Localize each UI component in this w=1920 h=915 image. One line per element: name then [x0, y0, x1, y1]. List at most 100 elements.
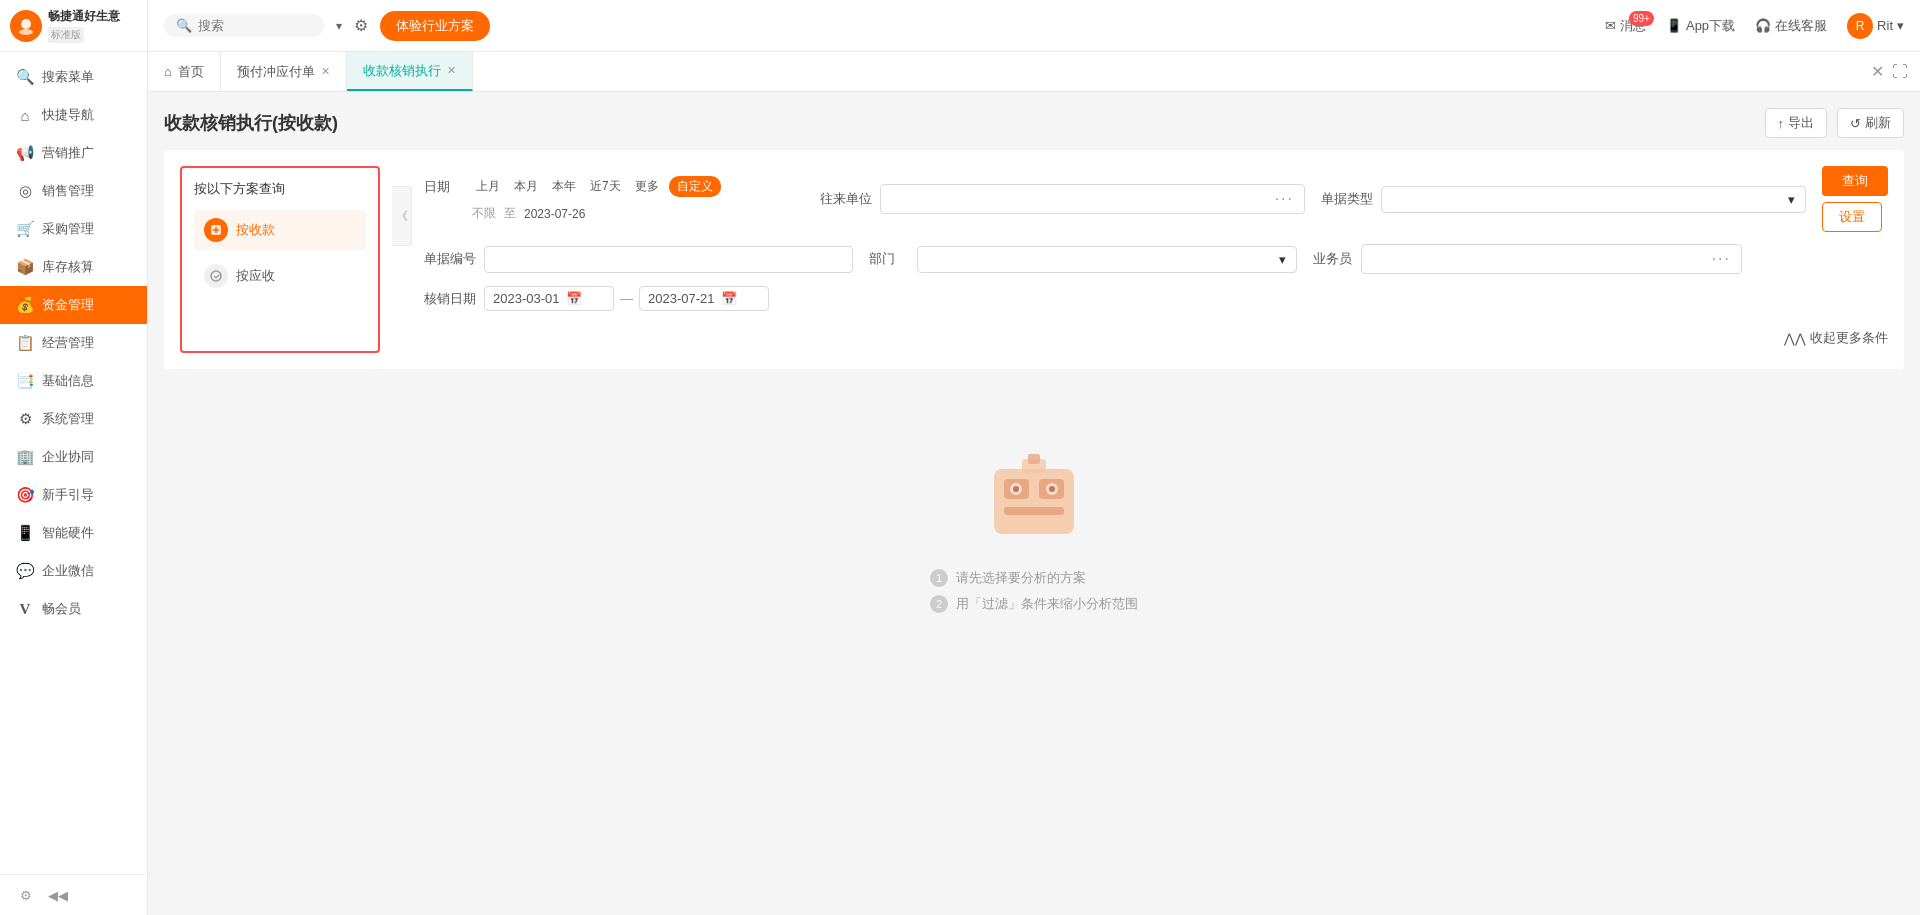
tab-prepay[interactable]: 预付冲应付单 ✕ [221, 52, 347, 91]
topbar-gear-icon[interactable]: ⚙ [354, 16, 368, 35]
settings-button[interactable]: 设置 [1822, 202, 1882, 232]
sidebar-item-label: 企业协同 [42, 448, 94, 466]
staff-expand-icon[interactable]: ··· [1712, 250, 1731, 268]
sidebar: 畅捷通好生意 标准版 🔍 搜索菜单 ⌂ 快捷导航 📢 营销推广 ◎ 销售管理 🛒… [0, 0, 148, 915]
sidebar-item-search-menu[interactable]: 🔍 搜索菜单 [0, 58, 147, 96]
service-button[interactable]: 🎧 在线客服 [1755, 17, 1827, 35]
collapse-up-icon: ⋀⋀ [1784, 331, 1806, 346]
collapse-filter-button[interactable]: 《 [392, 186, 412, 246]
collapse-sidebar-icon[interactable]: ◀◀ [48, 885, 68, 905]
tab-close-all-button[interactable]: ✕ [1871, 62, 1884, 81]
guide-icon: 🎯 [16, 486, 34, 504]
settings-icon[interactable]: ⚙ [16, 885, 36, 905]
staff-field: 业务员 ··· [1313, 244, 1742, 274]
sidebar-bottom: ⚙ ◀◀ [0, 874, 147, 915]
page-title: 收款核销执行(按收款) [164, 111, 338, 135]
sidebar-item-hardware[interactable]: 📱 智能硬件 [0, 514, 147, 552]
member-icon: V [16, 600, 34, 618]
topbar-dropdown-icon[interactable]: ▾ [336, 19, 342, 33]
sidebar-item-purchase[interactable]: 🛒 采购管理 [0, 210, 147, 248]
sidebar-item-member[interactable]: V 畅会员 [0, 590, 147, 628]
sidebar-item-label: 基础信息 [42, 372, 94, 390]
calendar-end-icon: 📅 [721, 291, 737, 306]
user-name: Rit [1877, 18, 1893, 33]
doc-no-input[interactable] [484, 246, 853, 273]
tab-home[interactable]: ⌂ 首页 [148, 52, 221, 91]
hint-2-num: 2 [930, 595, 948, 613]
tab-prepay-close-icon[interactable]: ✕ [321, 65, 330, 78]
topbar: 🔍 ▾ ⚙ 体验行业方案 ✉ 消息 99+ 📱 App下载 🎧 在线客服 R R… [148, 0, 1920, 52]
collapse-more-button[interactable]: ⋀⋀ 收起更多条件 [424, 323, 1888, 353]
sidebar-item-marketing[interactable]: 📢 营销推广 [0, 134, 147, 172]
date-btn-more[interactable]: 更多 [631, 176, 663, 197]
sidebar-item-label: 销售管理 [42, 182, 94, 200]
app-label: App下载 [1686, 17, 1735, 35]
sidebar-item-quick-nav[interactable]: ⌂ 快捷导航 [0, 96, 147, 134]
query-button[interactable]: 查询 [1822, 166, 1888, 196]
tab-actions: ✕ ⛶ [1859, 52, 1920, 91]
tab-writeoff[interactable]: 收款核销执行 ✕ [347, 52, 473, 91]
solution-button[interactable]: 体验行业方案 [380, 11, 490, 41]
sidebar-item-label: 新手引导 [42, 486, 94, 504]
date-btn-this-month[interactable]: 本月 [510, 176, 542, 197]
empty-state: 1 请先选择要分析的方案 2 用「过滤」条件来缩小分析范围 [164, 369, 1904, 653]
date-btn-last-month[interactable]: 上月 [472, 176, 504, 197]
counterparty-expand-icon[interactable]: ··· [1275, 190, 1294, 208]
date-end-value: 2023-07-26 [524, 207, 585, 221]
sidebar-item-guide[interactable]: 🎯 新手引导 [0, 476, 147, 514]
date-btn-7days[interactable]: 近7天 [586, 176, 625, 197]
collab-icon: 🏢 [16, 448, 34, 466]
svg-point-1 [19, 29, 33, 35]
sidebar-item-wechat[interactable]: 💬 企业微信 [0, 552, 147, 590]
filter-option-by-receipt[interactable]: 按收款 [194, 210, 366, 250]
app-download-button[interactable]: 📱 App下载 [1666, 17, 1735, 35]
sidebar-item-label: 智能硬件 [42, 524, 94, 542]
by-receipt-label: 按收款 [236, 221, 275, 239]
writeoff-date-end-input[interactable]: 2023-07-21 📅 [639, 286, 769, 311]
empty-hint-1: 1 请先选择要分析的方案 [930, 569, 1138, 587]
writeoff-date-start-input[interactable]: 2023-03-01 📅 [484, 286, 614, 311]
doc-type-select[interactable]: ▾ [1381, 186, 1806, 213]
service-label: 在线客服 [1775, 17, 1827, 35]
doc-no-label: 单据编号 [424, 250, 476, 268]
finance-icon: 💰 [16, 296, 34, 314]
sidebar-item-system[interactable]: ⚙ 系统管理 [0, 400, 147, 438]
dept-select[interactable]: ▾ [917, 246, 1298, 273]
tab-maximize-button[interactable]: ⛶ [1892, 63, 1908, 81]
topbar-search-box[interactable]: 🔍 [164, 14, 324, 37]
writeoff-date-start-value: 2023-03-01 [493, 291, 560, 306]
sidebar-item-label: 快捷导航 [42, 106, 94, 124]
date-label: 日期 [424, 178, 464, 196]
collapse-more-label: 收起更多条件 [1810, 329, 1888, 347]
sidebar-item-inventory[interactable]: 📦 库存核算 [0, 248, 147, 286]
sidebar-item-label: 库存核算 [42, 258, 94, 276]
filter-fields: 日期 上月 本月 本年 近7天 更多 自定义 不限 [424, 166, 1888, 353]
sidebar-item-basics[interactable]: 📑 基础信息 [0, 362, 147, 400]
filter-panel: 按以下方案查询 按收款 [164, 150, 1904, 369]
message-button[interactable]: ✉ 消息 99+ [1605, 17, 1646, 35]
sidebar-item-collab[interactable]: 🏢 企业协同 [0, 438, 147, 476]
basics-icon: 📑 [16, 372, 34, 390]
date-btn-this-year[interactable]: 本年 [548, 176, 580, 197]
svg-point-3 [211, 271, 221, 281]
search-input[interactable] [198, 18, 312, 33]
doc-type-dropdown-icon: ▾ [1788, 192, 1795, 207]
dept-field: 部门 ▾ [869, 246, 1298, 273]
sidebar-item-sales[interactable]: ◎ 销售管理 [0, 172, 147, 210]
filter-scheme-panel: 按以下方案查询 按收款 [180, 166, 380, 353]
writeoff-date-separator: — [620, 291, 633, 306]
export-button[interactable]: ↑ 导出 [1765, 108, 1828, 138]
message-badge: 99+ [1629, 11, 1654, 26]
sales-icon: ◎ [16, 182, 34, 200]
date-btn-custom[interactable]: 自定义 [669, 176, 721, 197]
main-area: 🔍 ▾ ⚙ 体验行业方案 ✉ 消息 99+ 📱 App下载 🎧 在线客服 R R… [148, 0, 1920, 915]
sidebar-item-business[interactable]: 📋 经营管理 [0, 324, 147, 362]
sidebar-item-label: 经营管理 [42, 334, 94, 352]
tab-writeoff-close-icon[interactable]: ✕ [447, 64, 456, 77]
tab-home-label: 首页 [178, 63, 204, 81]
search-icon: 🔍 [176, 18, 192, 33]
filter-option-by-receivable[interactable]: 按应收 [194, 256, 366, 296]
sidebar-item-finance[interactable]: 💰 资金管理 [0, 286, 147, 324]
user-menu[interactable]: R Rit ▾ [1847, 13, 1904, 39]
refresh-button[interactable]: ↺ 刷新 [1837, 108, 1904, 138]
